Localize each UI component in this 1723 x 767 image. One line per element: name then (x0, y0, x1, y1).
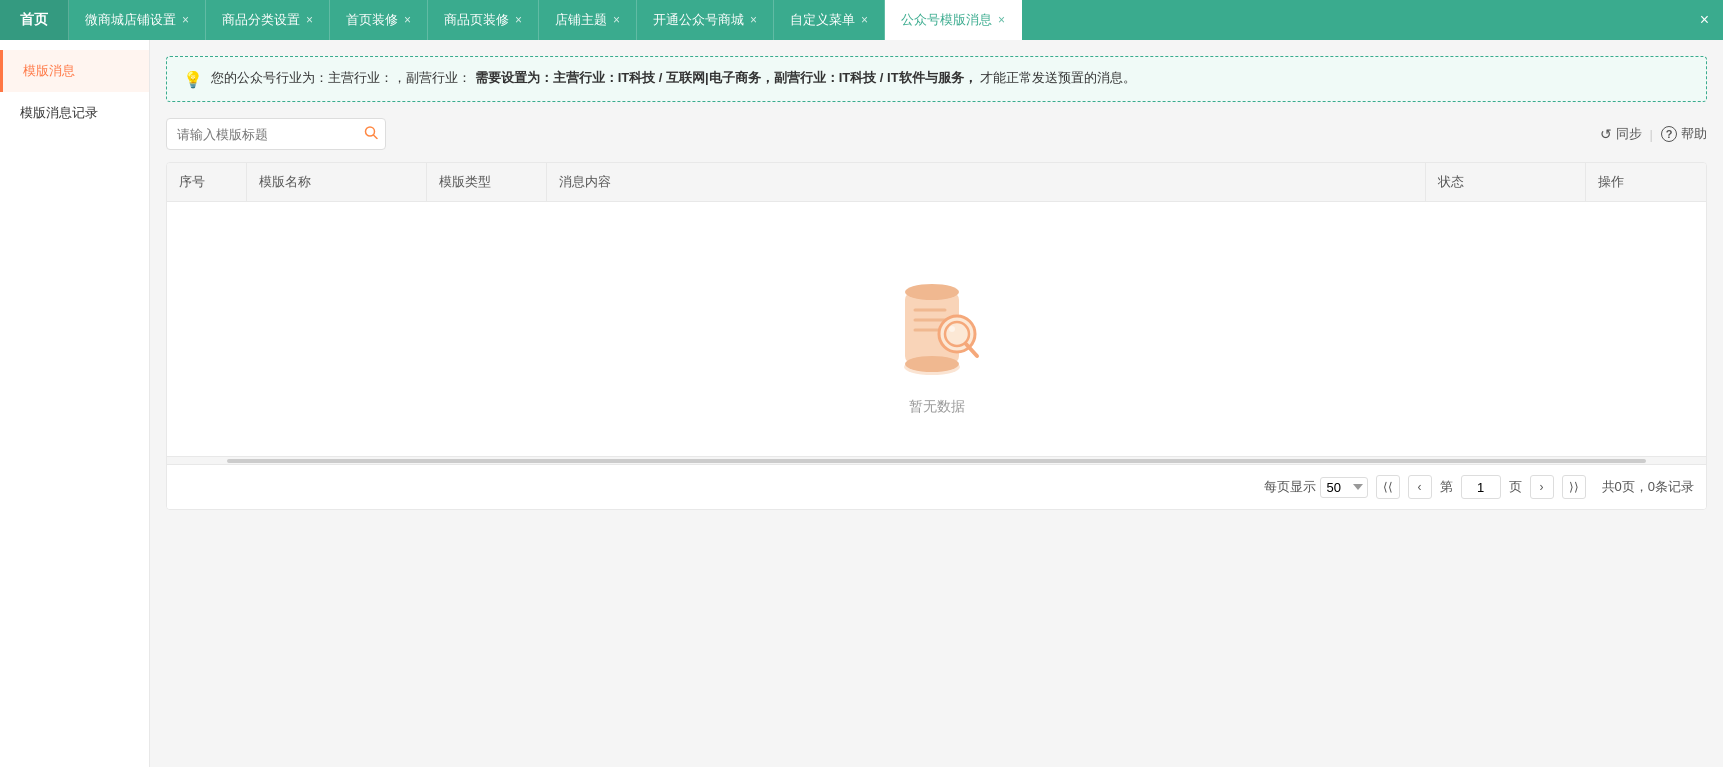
sidebar-item-label: 模版消息记录 (20, 105, 98, 120)
first-page-button[interactable]: ⟨⟨ (1376, 475, 1400, 499)
page-size-label: 每页显示 (1264, 478, 1316, 496)
total-label: 共0页，0条记录 (1602, 478, 1694, 496)
help-label: 帮助 (1681, 125, 1707, 143)
help-button[interactable]: ? 帮助 (1661, 125, 1707, 143)
sidebar-item-template[interactable]: 模版消息 (0, 50, 149, 92)
svg-point-5 (905, 356, 959, 372)
tab-template-msg[interactable]: 公众号模版消息 × (885, 0, 1022, 40)
data-table: 序号 模版名称 模版类型 消息内容 状态 操作 (166, 162, 1707, 510)
help-icon: ? (1661, 126, 1677, 142)
search-icon (364, 126, 378, 140)
search-wrapper (166, 118, 386, 150)
toolbar-right: ↺ 同步 | ? 帮助 (1600, 125, 1707, 143)
notice-highlight: 需要设置为：主营行业：IT科技 / 互联网|电子商务，副营行业：IT科技 / I… (475, 70, 977, 85)
tab-close-theme[interactable]: × (613, 13, 620, 27)
tab-store-theme[interactable]: 店铺主题 × (539, 0, 637, 40)
tab-category[interactable]: 商品分类设置 × (206, 0, 330, 40)
sidebar: 模版消息 模版消息记录 (0, 40, 150, 767)
tab-wechat-store[interactable]: 微商城店铺设置 × (69, 0, 206, 40)
search-button[interactable] (364, 126, 378, 143)
tab-label: 首页装修 (346, 11, 398, 29)
svg-point-4 (905, 284, 959, 300)
scroll-thumb (227, 459, 1646, 463)
page-number-input[interactable] (1461, 475, 1501, 499)
prev-page-button[interactable]: ‹ (1408, 475, 1432, 499)
tab-close-template[interactable]: × (998, 13, 1005, 27)
notice-prefix: 您的公众号行业为：主营行业：，副营行业： (211, 70, 471, 85)
main-layout: 模版消息 模版消息记录 💡 您的公众号行业为：主营行业：，副营行业： 需要设置为… (0, 40, 1723, 767)
tab-home-label: 首页 (20, 11, 48, 29)
next-page-button[interactable]: › (1530, 475, 1554, 499)
sync-label: 同步 (1616, 125, 1642, 143)
tab-homepage-decor[interactable]: 首页装修 × (330, 0, 428, 40)
tab-bar: 首页 微商城店铺设置 × 商品分类设置 × 首页装修 × 商品页装修 × 店铺主… (0, 0, 1723, 40)
last-page-button[interactable]: ⟩⟩ (1562, 475, 1586, 499)
pagination-bar: 每页显示 10 20 50 100 ⟨⟨ ‹ 第 页 › ⟩⟩ 共0页，0条记录 (167, 464, 1706, 509)
tab-label: 公众号模版消息 (901, 11, 992, 29)
tab-custom-menu[interactable]: 自定义菜单 × (774, 0, 885, 40)
col-status: 状态 (1426, 163, 1586, 201)
svg-line-1 (374, 135, 378, 139)
sidebar-item-template-log[interactable]: 模版消息记录 (0, 92, 149, 134)
notice-text: 您的公众号行业为：主营行业：，副营行业： 需要设置为：主营行业：IT科技 / 互… (211, 69, 1136, 87)
tab-close-custom-menu[interactable]: × (861, 13, 868, 27)
tab-close-homepage[interactable]: × (404, 13, 411, 27)
scroll-indicator[interactable] (167, 456, 1706, 464)
tab-close-wechat-store[interactable]: × (182, 13, 189, 27)
search-bar: ↺ 同步 | ? 帮助 (166, 118, 1707, 150)
sidebar-item-label: 模版消息 (23, 63, 75, 78)
tab-label: 商品分类设置 (222, 11, 300, 29)
empty-state: 暂无数据 (167, 202, 1706, 456)
tab-label: 开通公众号商城 (653, 11, 744, 29)
empty-illustration (877, 262, 997, 382)
tab-open-mall[interactable]: 开通公众号商城 × (637, 0, 774, 40)
tab-product-decor[interactable]: 商品页装修 × (428, 0, 539, 40)
main-content: 💡 您的公众号行业为：主营行业：，副营行业： 需要设置为：主营行业：IT科技 /… (150, 40, 1723, 767)
sync-icon: ↺ (1600, 126, 1612, 142)
page-suffix: 页 (1509, 478, 1522, 496)
page-size-select[interactable]: 10 20 50 100 (1320, 477, 1368, 498)
table-header: 序号 模版名称 模版类型 消息内容 状态 操作 (167, 163, 1706, 202)
empty-text: 暂无数据 (909, 398, 965, 416)
page-size-wrapper: 每页显示 10 20 50 100 (1264, 477, 1368, 498)
tab-home[interactable]: 首页 (0, 0, 69, 40)
notice-suffix: 才能正常发送预置的消息。 (980, 70, 1136, 85)
tab-close-mall[interactable]: × (750, 13, 757, 27)
tab-label: 商品页装修 (444, 11, 509, 29)
col-name: 模版名称 (247, 163, 427, 201)
tab-label: 自定义菜单 (790, 11, 855, 29)
window-close-button[interactable]: × (1686, 11, 1723, 29)
tab-close-product[interactable]: × (515, 13, 522, 27)
svg-point-12 (949, 326, 955, 332)
tab-close-category[interactable]: × (306, 13, 313, 27)
page-label: 第 (1440, 478, 1453, 496)
toolbar-divider: | (1650, 127, 1653, 142)
notice-icon: 💡 (183, 70, 203, 89)
col-type: 模版类型 (427, 163, 547, 201)
search-input[interactable] (166, 118, 386, 150)
col-action: 操作 (1586, 163, 1706, 201)
sync-button[interactable]: ↺ 同步 (1600, 125, 1642, 143)
col-index: 序号 (167, 163, 247, 201)
col-content: 消息内容 (547, 163, 1426, 201)
tab-label: 微商城店铺设置 (85, 11, 176, 29)
tab-label: 店铺主题 (555, 11, 607, 29)
notice-box: 💡 您的公众号行业为：主营行业：，副营行业： 需要设置为：主营行业：IT科技 /… (166, 56, 1707, 102)
